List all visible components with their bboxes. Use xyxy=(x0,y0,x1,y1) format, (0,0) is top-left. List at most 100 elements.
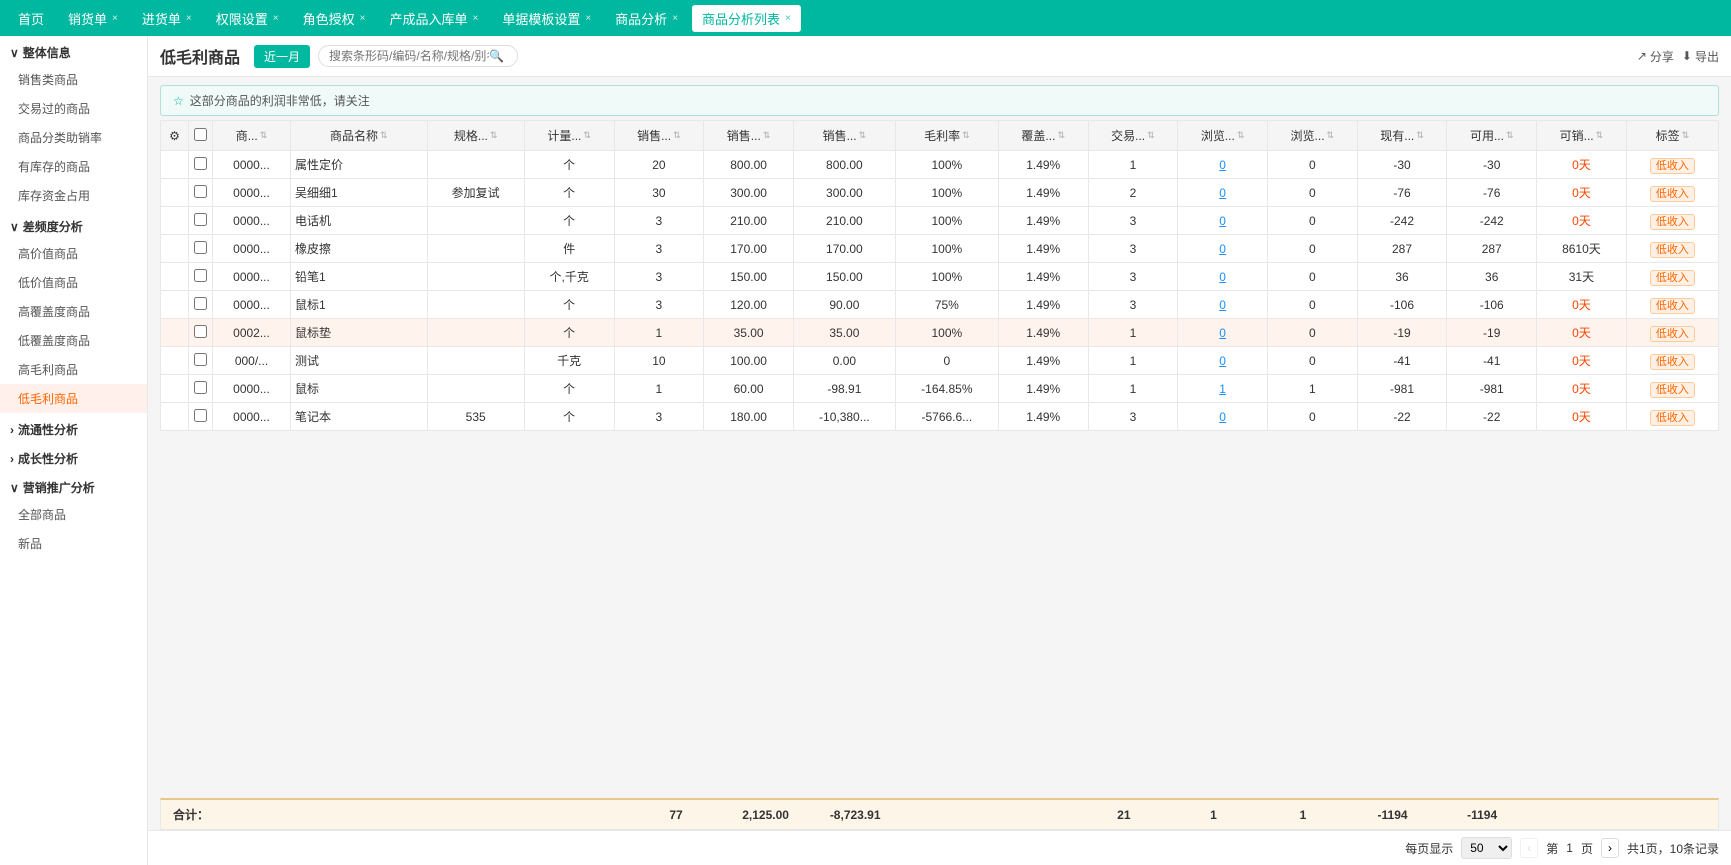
sidebar-item-low-value[interactable]: 低价值商品 xyxy=(0,268,147,297)
nav-template-settings[interactable]: 单据模板设置 × xyxy=(492,5,601,32)
sidebar-group-marketing[interactable]: ∨ 营销推广分析 xyxy=(0,471,147,500)
export-button[interactable]: ⬇ 导出 xyxy=(1682,48,1719,65)
row-unit: 个,千克 xyxy=(524,263,614,291)
col-coverage[interactable]: 覆盖...⇅ xyxy=(998,121,1088,151)
sidebar-item-all-products[interactable]: 全部商品 xyxy=(0,500,147,529)
row-browse2: 0 xyxy=(1267,179,1357,207)
row-gross-margin: 0 xyxy=(895,347,998,375)
sidebar-item-low-margin[interactable]: 低毛利商品 xyxy=(0,384,147,413)
row-code: 0000... xyxy=(213,207,291,235)
row-checkbox[interactable] xyxy=(194,241,207,254)
sidebar-item-in-stock[interactable]: 有库存的商品 xyxy=(0,152,147,181)
col-tag[interactable]: 标签⇅ xyxy=(1626,121,1718,151)
col-transaction[interactable]: 交易...⇅ xyxy=(1088,121,1178,151)
chevron-down-icon: ∨ xyxy=(10,481,19,495)
sidebar-group-overall[interactable]: ∨ 整体信息 xyxy=(0,36,147,65)
sidebar-item-high-value[interactable]: 高价值商品 xyxy=(0,239,147,268)
row-sales-amount: 120.00 xyxy=(704,291,794,319)
nav-purchase-order[interactable]: 进货单 × xyxy=(132,5,202,32)
sidebar-item-low-coverage[interactable]: 低覆盖度商品 xyxy=(0,326,147,355)
next-page-button[interactable]: › xyxy=(1601,838,1619,858)
close-icon[interactable]: × xyxy=(273,13,279,24)
col-settings[interactable]: ⚙ xyxy=(161,121,189,151)
row-coverage: 1.49% xyxy=(998,375,1088,403)
col-sales-amount[interactable]: 销售...⇅ xyxy=(704,121,794,151)
row-checkbox-cell xyxy=(189,403,213,431)
row-browse1: 0 xyxy=(1178,291,1268,319)
sidebar-item-traded-products[interactable]: 交易过的商品 xyxy=(0,94,147,123)
row-settings xyxy=(161,179,189,207)
row-checkbox[interactable] xyxy=(194,185,207,198)
select-all-checkbox[interactable] xyxy=(194,128,207,141)
col-sales-count[interactable]: 销售...⇅ xyxy=(614,121,704,151)
row-browse2: 0 xyxy=(1267,207,1357,235)
row-checkbox[interactable] xyxy=(194,381,207,394)
nav-product-warehousing[interactable]: 产成品入库单 × xyxy=(379,5,488,32)
row-tag: 低收入 xyxy=(1626,291,1718,319)
row-settings xyxy=(161,375,189,403)
col-code[interactable]: 商...⇅ xyxy=(213,121,291,151)
sidebar-item-category-rate[interactable]: 商品分类助销率 xyxy=(0,123,147,152)
footer-sales-count: 77 xyxy=(631,808,721,822)
close-icon[interactable]: × xyxy=(186,13,192,24)
sidebar-group-frequency[interactable]: ∨ 差频度分析 xyxy=(0,210,147,239)
col-name[interactable]: 商品名称⇅ xyxy=(291,121,428,151)
col-current[interactable]: 现有...⇅ xyxy=(1357,121,1447,151)
col-spec[interactable]: 规格...⇅ xyxy=(427,121,524,151)
row-checkbox[interactable] xyxy=(194,325,207,338)
col-available[interactable]: 可用...⇅ xyxy=(1447,121,1537,151)
close-icon[interactable]: × xyxy=(472,13,478,24)
close-icon[interactable]: × xyxy=(585,13,591,24)
sidebar-group-growth[interactable]: › 成长性分析 xyxy=(0,442,147,471)
row-browse2: 0 xyxy=(1267,151,1357,179)
nav-home[interactable]: 首页 xyxy=(8,5,54,32)
share-button[interactable]: ↗ 分享 xyxy=(1637,48,1674,65)
row-transaction: 2 xyxy=(1088,179,1178,207)
table-header-row: ⚙ 商...⇅ 商品名称⇅ 规格...⇅ 计量...⇅ 销售...⇅ 销售...… xyxy=(161,121,1719,151)
row-code: 0000... xyxy=(213,151,291,179)
row-checkbox[interactable] xyxy=(194,213,207,226)
col-sales-profit[interactable]: 销售...⇅ xyxy=(793,121,895,151)
row-checkbox[interactable] xyxy=(194,409,207,422)
row-current: -106 xyxy=(1357,291,1447,319)
row-checkbox[interactable] xyxy=(194,353,207,366)
prev-page-button[interactable]: ‹ xyxy=(1520,838,1538,858)
row-settings xyxy=(161,319,189,347)
nav-product-analysis-list[interactable]: 商品分析列表 × xyxy=(692,5,801,32)
search-input[interactable] xyxy=(329,49,489,63)
col-gross-margin[interactable]: 毛利率⇅ xyxy=(895,121,998,151)
row-unit: 个 xyxy=(524,375,614,403)
close-icon[interactable]: × xyxy=(785,13,791,24)
nav-product-analysis[interactable]: 商品分析 × xyxy=(605,5,688,32)
close-icon[interactable]: × xyxy=(672,13,678,24)
table-row: 0000... 笔记本 535 个 3 180.00 -10,380... -5… xyxy=(161,403,1719,431)
col-browse2[interactable]: 浏览...⇅ xyxy=(1267,121,1357,151)
col-unit[interactable]: 计量...⇅ xyxy=(524,121,614,151)
row-sales-profit: 210.00 xyxy=(793,207,895,235)
nav-sales-order[interactable]: 销货单 × xyxy=(58,5,128,32)
row-sales-amount: 60.00 xyxy=(704,375,794,403)
sidebar-item-capital[interactable]: 库存资金占用 xyxy=(0,181,147,210)
col-saleable[interactable]: 可销...⇅ xyxy=(1537,121,1627,151)
row-transaction: 3 xyxy=(1088,263,1178,291)
row-checkbox[interactable] xyxy=(194,157,207,170)
row-current: -41 xyxy=(1357,347,1447,375)
nav-role-auth[interactable]: 角色授权 × xyxy=(293,5,376,32)
row-sales-profit: 0.00 xyxy=(793,347,895,375)
period-button[interactable]: 近一月 xyxy=(254,45,310,68)
page-size-select[interactable]: 50 100 200 xyxy=(1461,837,1512,859)
row-checkbox[interactable] xyxy=(194,297,207,310)
col-browse1[interactable]: 浏览...⇅ xyxy=(1178,121,1268,151)
close-icon[interactable]: × xyxy=(360,13,366,24)
sidebar-item-new-products[interactable]: 新品 xyxy=(0,529,147,558)
row-checkbox[interactable] xyxy=(194,269,207,282)
sidebar-group-liquidity[interactable]: › 流通性分析 xyxy=(0,413,147,442)
close-icon[interactable]: × xyxy=(112,13,118,24)
share-icon: ↗ xyxy=(1637,49,1647,63)
nav-permissions[interactable]: 权限设置 × xyxy=(206,5,289,32)
search-icon[interactable]: 🔍 xyxy=(489,49,504,63)
sidebar-item-high-margin[interactable]: 高毛利商品 xyxy=(0,355,147,384)
row-sales-amount: 170.00 xyxy=(704,235,794,263)
sidebar-item-sales-products[interactable]: 销售类商品 xyxy=(0,65,147,94)
sidebar-item-high-coverage[interactable]: 高覆盖度商品 xyxy=(0,297,147,326)
